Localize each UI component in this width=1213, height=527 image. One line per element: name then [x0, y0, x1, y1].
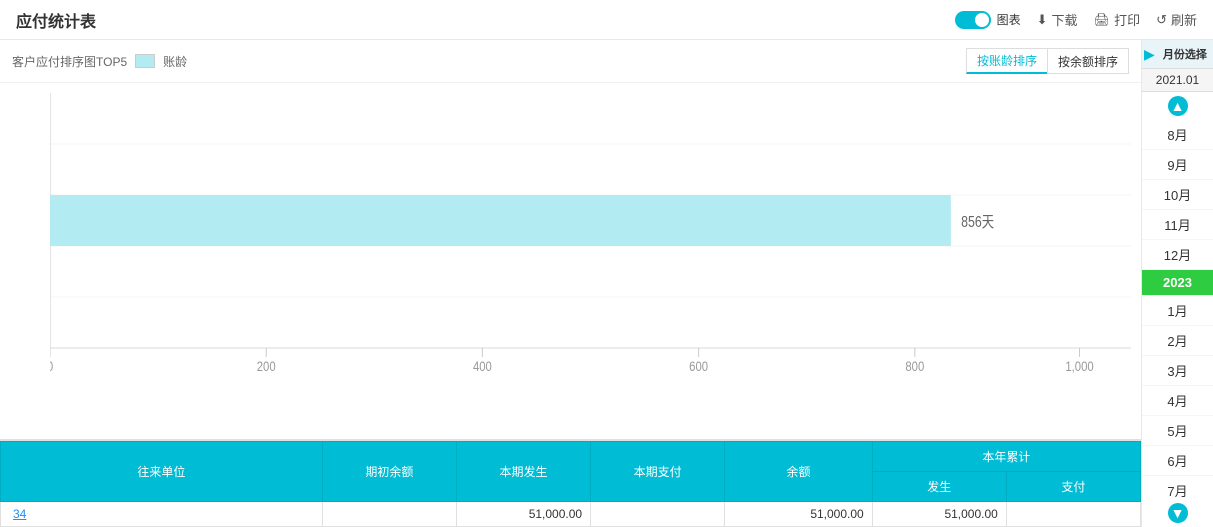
sidebar-expand-icon[interactable]: ▶: [1142, 42, 1157, 67]
cell-ytd-pay: [1006, 502, 1140, 527]
legend-text: 客户应付排序图TOP5: [12, 53, 127, 70]
month-2[interactable]: 2月: [1142, 326, 1213, 356]
refresh-button[interactable]: ↺ 刷新: [1156, 10, 1197, 29]
sidebar-nav-down[interactable]: ▼: [1142, 499, 1213, 527]
download-label: 下载: [1052, 10, 1078, 29]
col-current: 本期发生: [456, 442, 590, 502]
table-header-row: 往来单位 期初余额 本期发生 本期支付 余额 本年累计: [1, 442, 1141, 472]
svg-text:600: 600: [689, 358, 708, 375]
month-list: 8月 9月 10月 11月 12月 2023 1月 2月 3月 4月 5月 6月…: [1142, 120, 1213, 499]
col-ytd-occur: 发生: [872, 472, 1006, 502]
svg-text:400: 400: [473, 358, 492, 375]
sidebar-title: 月份选择: [1157, 40, 1213, 68]
month-10[interactable]: 10月: [1142, 180, 1213, 210]
month-1[interactable]: 1月: [1142, 296, 1213, 326]
table-area: 往来单位 期初余额 本期发生 本期支付 余额 本年累计 发生 支付 34: [0, 439, 1141, 527]
chart-bar: [50, 195, 951, 246]
chart-legend: 客户应付排序图TOP5 账龄: [12, 53, 187, 70]
chart-table-area: 客户应付排序图TOP5 账龄 按账龄排序 按余额排序: [0, 40, 1141, 527]
cell-opening: [322, 502, 456, 527]
month-3[interactable]: 3月: [1142, 356, 1213, 386]
col-ytd-pay: 支付: [1006, 472, 1140, 502]
col-ytd: 本年累计: [872, 442, 1140, 472]
month-5[interactable]: 5月: [1142, 416, 1213, 446]
col-balance: 余额: [725, 442, 873, 502]
sort-buttons: 按账龄排序 按余额排序: [966, 48, 1129, 74]
svg-text:0: 0: [50, 358, 53, 375]
toggle-label: 图表: [997, 11, 1021, 28]
month-9[interactable]: 9月: [1142, 150, 1213, 180]
chart-body: 34 856天 0 200 400 600 800 1,000: [0, 83, 1141, 439]
table-row: 34 51,000.00 51,000.00 51,000.00: [1, 502, 1141, 527]
col-payment: 本期支付: [591, 442, 725, 502]
chart-toggle-wrap: 图表: [955, 11, 1021, 29]
sidebar-year: 2021.01: [1142, 69, 1213, 92]
col-from: 往来单位: [1, 442, 323, 502]
nav-down-button[interactable]: ▼: [1168, 503, 1188, 523]
print-label: 打印: [1114, 10, 1140, 29]
page-header: 应付统计表 图表 ⬇ 下载 🖨 打印 ↺ 刷新: [0, 0, 1213, 40]
cell-balance: 51,000.00: [725, 502, 873, 527]
page-title: 应付统计表: [16, 8, 96, 32]
cell-payment: [591, 502, 725, 527]
month-8[interactable]: 8月: [1142, 120, 1213, 150]
month-6[interactable]: 6月: [1142, 446, 1213, 476]
print-button[interactable]: 🖨 打印: [1094, 10, 1141, 29]
cell-ytd-occur: 51,000.00: [872, 502, 1006, 527]
bar-value-label: 856天: [961, 213, 994, 231]
month-12[interactable]: 12月: [1142, 240, 1213, 270]
svg-text:800: 800: [905, 358, 924, 375]
svg-text:200: 200: [257, 358, 276, 375]
col-opening: 期初余额: [322, 442, 456, 502]
data-table: 往来单位 期初余额 本期发生 本期支付 余额 本年累计 发生 支付 34: [0, 441, 1141, 527]
sidebar-nav-up[interactable]: ▲: [1142, 92, 1213, 120]
header-actions: 图表 ⬇ 下载 🖨 打印 ↺ 刷新: [955, 10, 1197, 29]
chart-svg: 34 856天 0 200 400 600 800 1,000: [50, 93, 1131, 399]
cell-from[interactable]: 34: [1, 502, 323, 527]
legend-box: [135, 54, 155, 68]
chart-header: 客户应付排序图TOP5 账龄 按账龄排序 按余额排序: [0, 40, 1141, 83]
download-button[interactable]: ⬇ 下载: [1037, 10, 1078, 29]
month-11[interactable]: 11月: [1142, 210, 1213, 240]
sort-by-aging-button[interactable]: 按账龄排序: [966, 48, 1047, 74]
sort-by-balance-button[interactable]: 按余额排序: [1047, 48, 1129, 74]
refresh-label: 刷新: [1171, 10, 1197, 29]
svg-text:1,000: 1,000: [1065, 358, 1093, 375]
legend-label: 账龄: [163, 53, 187, 70]
cell-current: 51,000.00: [456, 502, 590, 527]
download-icon: ⬇: [1037, 12, 1048, 28]
current-year-label: 2023: [1142, 270, 1213, 296]
print-icon: 🖨: [1094, 12, 1111, 28]
nav-up-button[interactable]: ▲: [1168, 96, 1188, 116]
refresh-icon: ↺: [1156, 12, 1167, 28]
month-4[interactable]: 4月: [1142, 386, 1213, 416]
sidebar: ▶ 月份选择 2021.01 ▲ 8月 9月 10月 11月 12月 2023 …: [1141, 40, 1213, 527]
month-7[interactable]: 7月: [1142, 476, 1213, 499]
main-content: 客户应付排序图TOP5 账龄 按账龄排序 按余额排序: [0, 40, 1213, 527]
chart-toggle[interactable]: [955, 11, 991, 29]
